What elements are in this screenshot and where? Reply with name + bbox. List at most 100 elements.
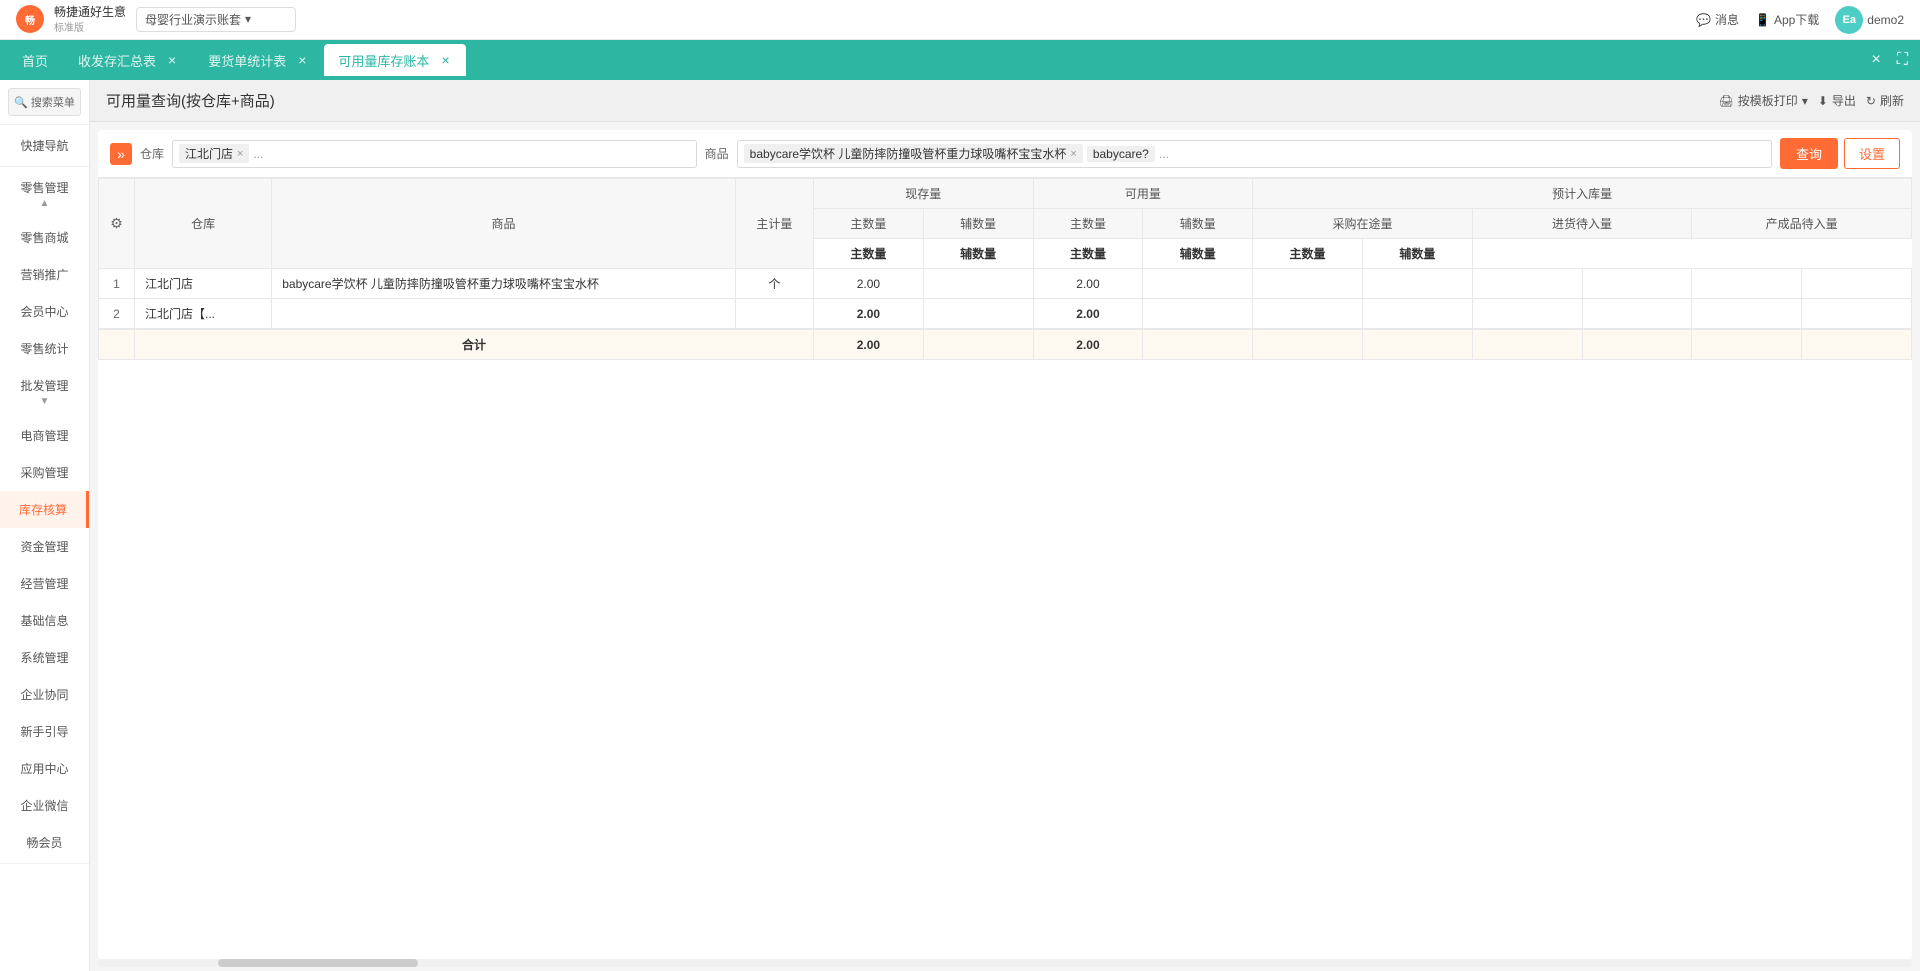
table-col-avail-aux: 辅数量	[1143, 209, 1253, 239]
sidebar-finance-label: 资金管理	[20, 538, 68, 555]
warehouse-filter-tags[interactable]: 江北门店 × ...	[172, 140, 697, 168]
print-button[interactable]: 🖨 按模板打印 ▾	[1719, 92, 1808, 109]
sidebar-vip-member-label: 畅会员	[26, 834, 62, 851]
print-icon: 🖨	[1719, 94, 1734, 108]
tab-available-close[interactable]: ×	[439, 53, 451, 67]
tab-collect-label: 收发存汇总表	[78, 51, 156, 70]
tab-requisition-label: 要货单统计表	[208, 51, 286, 70]
tab-collect[interactable]: 收发存汇总表 ×	[64, 44, 192, 76]
row2-unit	[735, 299, 813, 330]
tab-requisition-close[interactable]: ×	[296, 53, 308, 67]
tab-collect-close[interactable]: ×	[166, 53, 178, 67]
refresh-button[interactable]: ↻ 刷新	[1866, 92, 1904, 109]
row2-finished-aux	[1802, 299, 1912, 330]
table-col-finished: 产成品待入量	[1692, 209, 1912, 239]
refresh-label: 刷新	[1880, 92, 1904, 109]
row1-index: 1	[99, 269, 135, 299]
chevron-down-icon: ▼	[40, 396, 50, 407]
table-col-settings[interactable]: ⚙	[99, 179, 135, 269]
sidebar-item-quicknav[interactable]: 快捷导航	[0, 131, 89, 160]
table-col-warehouse: 仓库	[135, 179, 272, 269]
sidebar-retail-stats-label: 零售统计	[20, 340, 68, 357]
sidebar-item-finance[interactable]: 资金管理	[0, 528, 89, 565]
sidebar-item-app-center[interactable]: 应用中心	[0, 750, 89, 787]
sidebar-search-section: 🔍 搜索菜单	[0, 80, 89, 125]
app-download-button[interactable]: 📱 App下载	[1755, 11, 1819, 28]
th-incoming-main: 主数量	[1033, 239, 1143, 269]
row1-pur-transit-aux	[1362, 269, 1472, 299]
sidebar-item-new-guide[interactable]: 新手引导	[0, 713, 89, 750]
row1-stock-main: 2.00	[813, 269, 923, 299]
product-tag-close-1[interactable]: ×	[1070, 148, 1076, 160]
row1-avail-main: 2.00	[1033, 269, 1143, 299]
export-label: 导出	[1832, 92, 1856, 109]
user-menu[interactable]: Ea demo2	[1835, 6, 1904, 34]
brand-subtitle: 标准版	[54, 19, 126, 34]
industry-selector[interactable]: 母婴行业演示账套 ▾	[136, 7, 296, 32]
row2-incoming-main	[1472, 299, 1582, 330]
sidebar-inventory-label: 库存核算	[19, 501, 67, 518]
tab-available-label: 可用量库存账本	[338, 51, 429, 70]
sidebar-item-inventory[interactable]: 库存核算	[0, 491, 89, 528]
product-tag-value-2: babycare?	[1093, 147, 1149, 161]
sidebar-item-operations[interactable]: 经营管理	[0, 565, 89, 602]
close-tab-button[interactable]: ×	[1867, 47, 1884, 73]
product-ellipsis: ...	[1159, 147, 1169, 161]
sidebar-purchase-label: 采购管理	[20, 464, 68, 481]
sidebar-item-retail-mall[interactable]: 零售商城	[0, 219, 89, 256]
table-col-product: 商品	[272, 179, 735, 269]
product-filter-tags[interactable]: babycare学饮杯 儿童防摔防撞吸管杯重力球吸嘴杯宝宝水杯 × babyca…	[737, 140, 1772, 168]
row2-avail-main: 2.00	[1033, 299, 1143, 330]
sidebar-member-label: 会员中心	[20, 303, 68, 320]
message-button[interactable]: 💬 消息	[1696, 11, 1739, 28]
tab-home[interactable]: 首页	[8, 44, 62, 76]
table-col-avail-main: 主数量	[1033, 209, 1143, 239]
sidebar-item-purchase[interactable]: 采购管理	[0, 454, 89, 491]
th-purchase-transit-main: 主数量	[813, 239, 923, 269]
footer-stock-aux	[923, 329, 1033, 360]
table-col-forecast: 预计入库量	[1253, 179, 1912, 209]
sidebar-item-retail-mgmt[interactable]: 零售管理 ▲	[0, 169, 89, 219]
sidebar-system-label: 系统管理	[20, 649, 68, 666]
fullscreen-button[interactable]: ⛶	[1893, 47, 1912, 73]
sidebar-item-ecommerce[interactable]: 电商管理	[0, 417, 89, 454]
horizontal-scrollbar[interactable]	[98, 959, 1912, 967]
query-button[interactable]: 查询	[1780, 138, 1838, 169]
sidebar-item-enterprise-collab[interactable]: 企业协同	[0, 676, 89, 713]
table-col-stock: 现存量	[813, 179, 1033, 209]
page-title: 可用量查询(按仓库+商品)	[106, 90, 275, 111]
scroll-thumb[interactable]	[218, 959, 418, 967]
sidebar-item-retail-stats[interactable]: 零售统计	[0, 330, 89, 367]
data-table-wrapper[interactable]: ⚙ 仓库 商品 主计量 现存量 可用量 预计入库量 主数量 辅数量 主数量 辅数…	[98, 178, 1912, 959]
table-col-purchase-transit: 采购在途量	[1253, 209, 1473, 239]
tab-available[interactable]: 可用量库存账本 ×	[324, 44, 465, 76]
sidebar-item-wholesale-mgmt[interactable]: 批发管理 ▼	[0, 367, 89, 417]
product-tag-value-1: babycare学饮杯 儿童防摔防撞吸管杯重力球吸嘴杯宝宝水杯	[750, 145, 1067, 162]
user-name: demo2	[1867, 13, 1904, 27]
sidebar-quicknav: 快捷导航	[0, 125, 89, 167]
table-footer-row: 合计 2.00 2.00	[99, 329, 1912, 360]
filter-expand-button[interactable]: »	[110, 143, 132, 165]
sidebar-item-system[interactable]: 系统管理	[0, 639, 89, 676]
footer-settings-cell	[99, 329, 135, 360]
warehouse-tag-close[interactable]: ×	[237, 148, 243, 160]
message-label: 消息	[1715, 11, 1739, 28]
th-incoming-aux: 辅数量	[1143, 239, 1253, 269]
settings-button[interactable]: 设置	[1844, 138, 1900, 169]
search-menu-button[interactable]: 🔍 搜索菜单	[8, 88, 81, 116]
sidebar-enterprise-wechat-label: 企业微信	[20, 797, 68, 814]
sidebar-item-enterprise-wechat[interactable]: 企业微信	[0, 787, 89, 824]
sidebar-item-vip-member[interactable]: 畅会员	[0, 824, 89, 861]
row1-incoming-aux	[1582, 269, 1692, 299]
sidebar-wholesale-mgmt-label: 批发管理	[20, 377, 68, 394]
row2-pur-transit-main	[1253, 299, 1363, 330]
footer-avail-main: 2.00	[1033, 329, 1143, 360]
chevron-down-icon: ▾	[1802, 94, 1808, 108]
sidebar-item-member[interactable]: 会员中心	[0, 293, 89, 330]
tab-requisition[interactable]: 要货单统计表 ×	[194, 44, 322, 76]
table-col-stock-aux: 辅数量	[923, 209, 1033, 239]
sidebar-item-basic-info[interactable]: 基础信息	[0, 602, 89, 639]
sidebar-item-marketing[interactable]: 营销推广	[0, 256, 89, 293]
export-button[interactable]: ⬇ 导出	[1818, 92, 1856, 109]
page-header: 可用量查询(按仓库+商品) 🖨 按模板打印 ▾ ⬇ 导出 ↻ 刷新	[90, 80, 1920, 122]
